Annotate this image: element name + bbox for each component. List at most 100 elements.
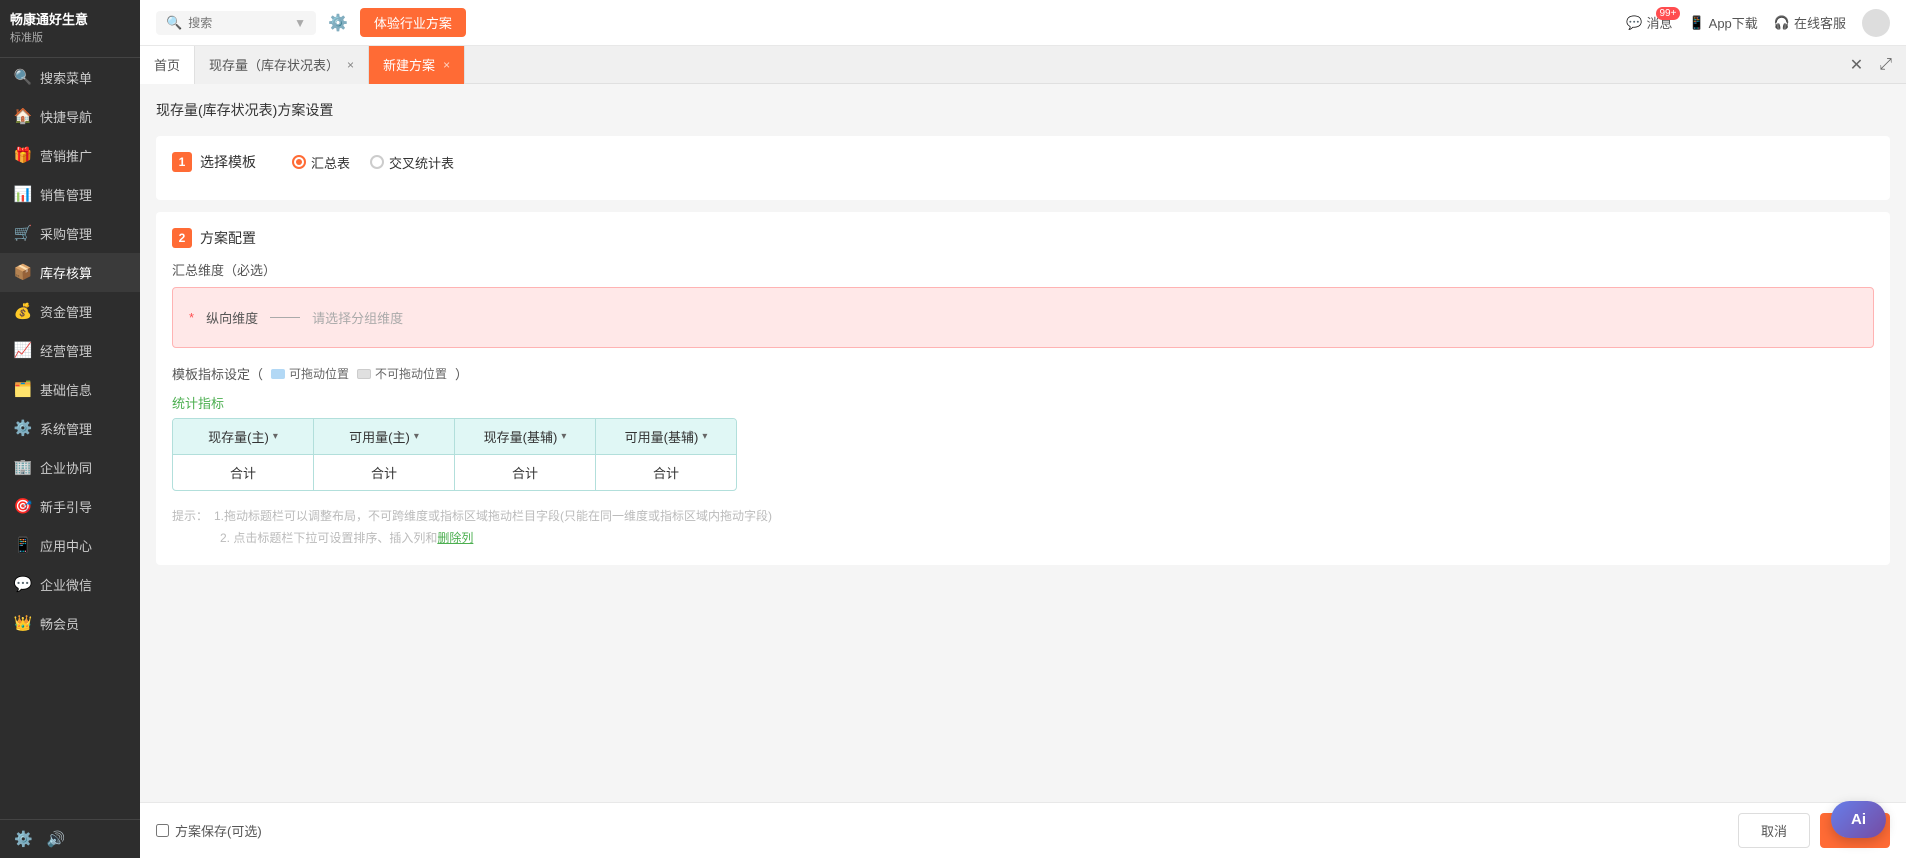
step2-title: 方案配置 xyxy=(200,228,256,248)
sidebar-item-label: 采购管理 xyxy=(40,224,92,243)
radio-cross[interactable]: 交叉统计表 xyxy=(370,153,454,172)
window-expand-button[interactable]: ⤢ xyxy=(1873,54,1898,76)
tab-new-plan-close[interactable]: × xyxy=(443,58,450,72)
tab-inventory-label: 现存量（库存状况表） xyxy=(209,55,339,74)
tab-home-label: 首页 xyxy=(154,55,180,74)
search-box[interactable]: 🔍 ▼ xyxy=(156,11,316,35)
cancel-button[interactable]: 取消 xyxy=(1738,813,1810,848)
sidebar: 畅康通好生意 标准版 🔍 搜索菜单 🏠 快捷导航 🎁 营销推广 📊 销售管理 🛒… xyxy=(0,0,140,858)
sidebar-item-label: 应用中心 xyxy=(40,536,92,555)
radio-summary-dot xyxy=(296,159,302,165)
tab-new-plan[interactable]: 新建方案 × xyxy=(369,46,465,84)
search-menu-icon: 🔍 xyxy=(14,68,32,86)
sidebar-item-new-guide[interactable]: 🎯 新手引导 xyxy=(0,487,140,526)
sidebar-item-purchase[interactable]: 🛒 采购管理 xyxy=(0,214,140,253)
step1-section: 1 选择模板 汇总表 交叉统计表 xyxy=(156,136,1890,200)
save-label[interactable]: 方案保存(可选) xyxy=(175,821,262,840)
chevron-down-icon-4: ▾ xyxy=(702,431,707,442)
sidebar-item-wechat[interactable]: 💬 企业微信 xyxy=(0,565,140,604)
tabs-bar: 首页 现存量（库存状况表） × 新建方案 × ✕ ⤢ xyxy=(140,46,1906,84)
radio-summary-circle xyxy=(292,155,306,169)
stat-header-2-label: 可用量(主) xyxy=(349,427,410,446)
sidebar-item-member[interactable]: 👑 畅会员 xyxy=(0,604,140,643)
tip-2: 2. 点击标题栏下拉可设置排序、插入列和删除列 xyxy=(172,528,1874,550)
box-icon: 📦 xyxy=(14,263,32,281)
sidebar-item-management[interactable]: 📈 经营管理 xyxy=(0,331,140,370)
step1-header: 1 选择模板 汇总表 交叉统计表 xyxy=(172,152,1874,172)
sidebar-item-label: 搜索菜单 xyxy=(40,68,92,87)
step2-header: 2 方案配置 xyxy=(172,228,1874,248)
stat-col-1: 现存量(主) ▾ 合计 xyxy=(173,419,314,490)
dimension-box[interactable]: * 纵向维度 请选择分组维度 xyxy=(172,287,1874,348)
tab-new-plan-label: 新建方案 xyxy=(383,55,435,74)
gear-icon: ⚙️ xyxy=(14,419,32,437)
sidebar-item-system[interactable]: ⚙️ 系统管理 xyxy=(0,409,140,448)
sidebar-item-quick-nav[interactable]: 🏠 快捷导航 xyxy=(0,97,140,136)
stat-col-2: 可用量(主) ▾ 合计 xyxy=(314,419,455,490)
sidebar-item-app-center[interactable]: 📱 应用中心 xyxy=(0,526,140,565)
footer-save-option: 方案保存(可选) xyxy=(156,821,262,840)
messages-badge: 99+ xyxy=(1656,7,1681,20)
ai-fab-label: Ai xyxy=(1851,811,1866,828)
stat-header-4[interactable]: 可用量(基辅) ▾ xyxy=(596,419,736,455)
sidebar-item-sales[interactable]: 📊 销售管理 xyxy=(0,175,140,214)
delete-col-link[interactable]: 删除列 xyxy=(437,531,473,545)
app-name: 畅康通好生意 xyxy=(10,12,130,29)
sidebar-item-marketing[interactable]: 🎁 营销推广 xyxy=(0,136,140,175)
building-icon: 🏢 xyxy=(14,458,32,476)
user-avatar[interactable] xyxy=(1862,9,1890,37)
step1-badge: 1 xyxy=(172,152,192,172)
audio-icon[interactable]: 🔊 xyxy=(47,830,66,848)
trial-button[interactable]: 体验行业方案 xyxy=(360,8,466,37)
sidebar-item-finance[interactable]: 💰 资金管理 xyxy=(0,292,140,331)
app-logo: 畅康通好生意 标准版 xyxy=(0,0,140,58)
radio-cross-label: 交叉统计表 xyxy=(389,153,454,172)
online-service-label: 在线客服 xyxy=(1794,13,1846,32)
stat-header-1[interactable]: 现存量(主) ▾ xyxy=(173,419,313,455)
save-checkbox[interactable] xyxy=(156,824,169,837)
search-icon: 🔍 xyxy=(166,15,182,31)
sidebar-item-label: 营销推广 xyxy=(40,146,92,165)
step2-badge: 2 xyxy=(172,228,192,248)
sidebar-item-basic-info[interactable]: 🗂️ 基础信息 xyxy=(0,370,140,409)
messages-button[interactable]: 💬 消息 99+ xyxy=(1626,13,1672,32)
sidebar-item-label: 基础信息 xyxy=(40,380,92,399)
window-close-button[interactable]: ✕ xyxy=(1844,53,1869,77)
tab-home[interactable]: 首页 xyxy=(140,46,195,84)
sidebar-bottom: ⚙️ 🔊 xyxy=(0,819,140,858)
sidebar-item-search[interactable]: 🔍 搜索菜单 xyxy=(0,58,140,97)
topbar-gear-icon[interactable]: ⚙️ xyxy=(328,13,348,33)
search-input[interactable] xyxy=(188,16,288,30)
money-icon: 💰 xyxy=(14,302,32,320)
stat-header-2[interactable]: 可用量(主) ▾ xyxy=(314,419,454,455)
ai-fab-button[interactable]: Ai xyxy=(1831,801,1886,838)
topbar: 🔍 ▼ ⚙️ 体验行业方案 💬 消息 99+ 📱 App下载 🎧 在线客服 xyxy=(140,0,1906,46)
tab-inventory[interactable]: 现存量（库存状况表） × xyxy=(195,46,369,84)
sidebar-item-label: 畅会员 xyxy=(40,614,79,633)
stat-header-3[interactable]: 现存量(基辅) ▾ xyxy=(455,419,595,455)
indicator-label-suffix: ） xyxy=(455,364,468,383)
trend-icon: 📈 xyxy=(14,341,32,359)
tips-section: 提示： 1.拖动标题栏可以调整布局，不可跨维度或指标区域拖动栏目字段(只能在同一… xyxy=(172,506,1874,549)
sidebar-item-enterprise[interactable]: 🏢 企业协同 xyxy=(0,448,140,487)
tab-inventory-close[interactable]: × xyxy=(347,58,354,72)
legend-non-draggable-box xyxy=(357,369,371,379)
sidebar-item-label: 资金管理 xyxy=(40,302,92,321)
online-service-button[interactable]: 🎧 在线客服 xyxy=(1774,13,1846,32)
sidebar-item-label: 系统管理 xyxy=(40,419,92,438)
app-version: 标准版 xyxy=(10,29,130,45)
stat-footer-2: 合计 xyxy=(314,455,454,490)
sidebar-item-inventory[interactable]: 📦 库存核算 xyxy=(0,253,140,292)
radio-summary[interactable]: 汇总表 xyxy=(292,153,350,172)
sidebar-menu: 🔍 搜索菜单 🏠 快捷导航 🎁 营销推广 📊 销售管理 🛒 采购管理 📦 库存核… xyxy=(0,58,140,819)
stat-col-3: 现存量(基辅) ▾ 合计 xyxy=(455,419,596,490)
sidebar-item-label: 快捷导航 xyxy=(40,107,92,126)
main-area: 🔍 ▼ ⚙️ 体验行业方案 💬 消息 99+ 📱 App下载 🎧 在线客服 xyxy=(140,0,1906,858)
radio-cross-circle xyxy=(370,155,384,169)
required-star: * xyxy=(189,310,194,325)
legend-non-draggable: 不可拖动位置 xyxy=(357,365,447,382)
stat-table-header-row: 现存量(主) ▾ 合计 可用量(主) ▾ 合计 xyxy=(173,419,736,490)
settings-icon[interactable]: ⚙️ xyxy=(14,830,33,848)
app-download-button[interactable]: 📱 App下载 xyxy=(1688,13,1757,32)
home-icon: 🏠 xyxy=(14,107,32,125)
